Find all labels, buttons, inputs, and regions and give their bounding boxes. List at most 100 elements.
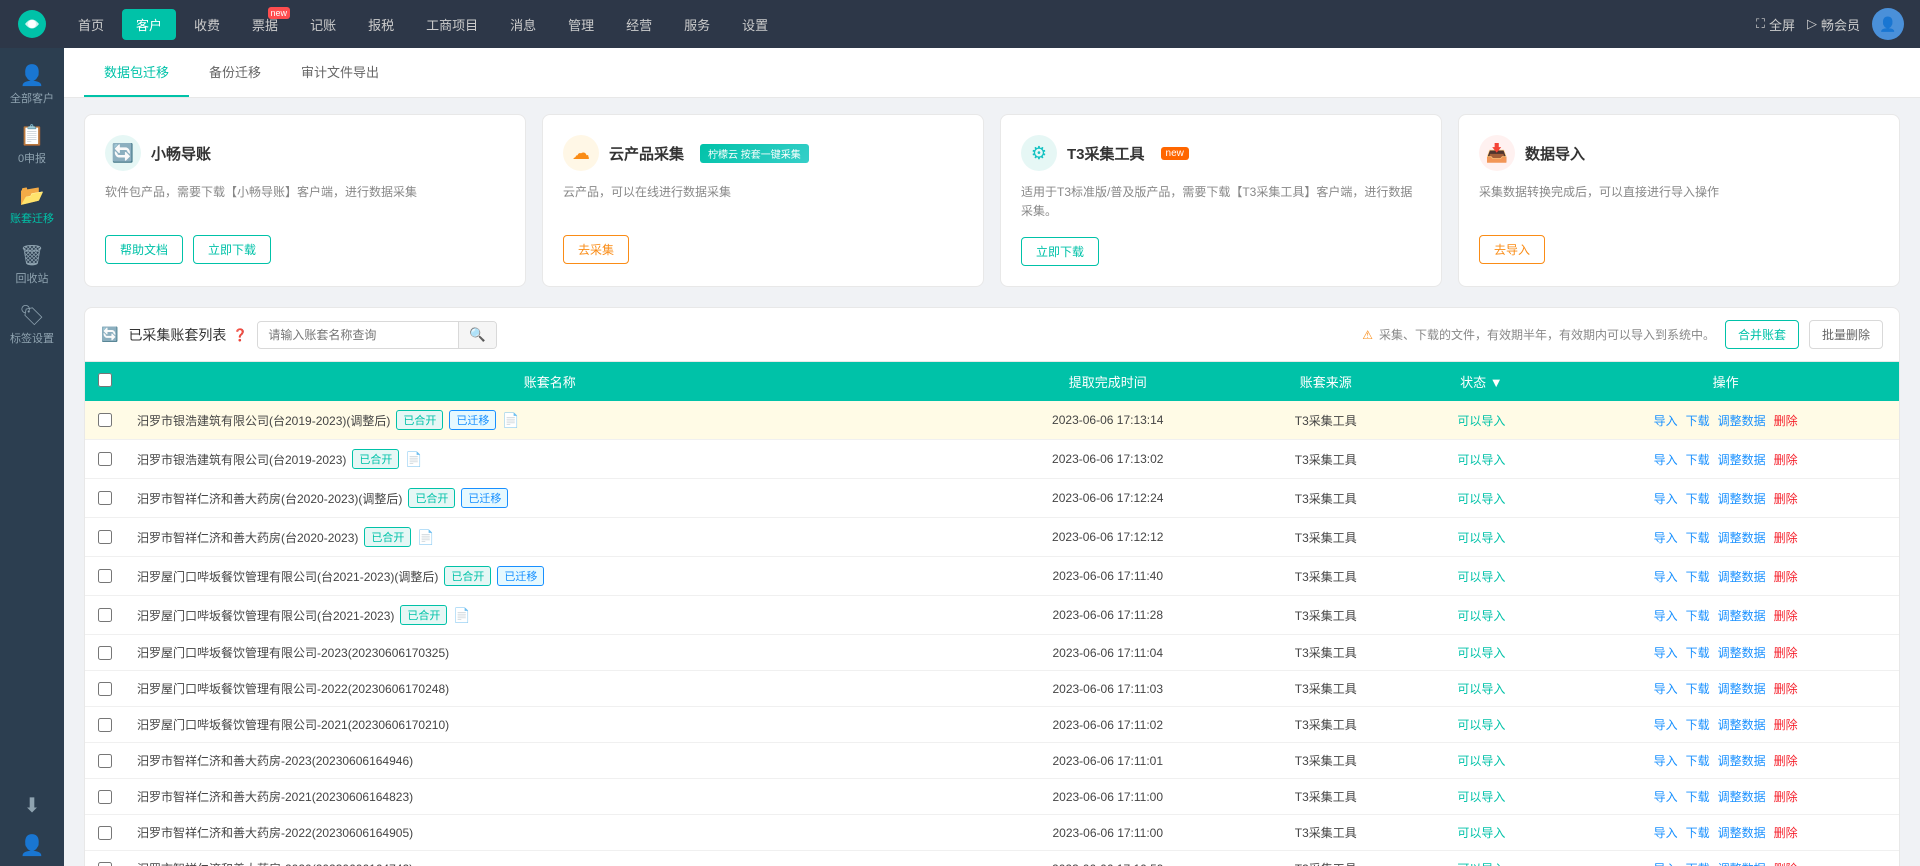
nav-manage[interactable]: 管理 (554, 9, 608, 40)
action-下载-link[interactable]: 下载 (1686, 718, 1710, 732)
action-删除-link[interactable]: 删除 (1774, 790, 1798, 804)
action-删除-link[interactable]: 删除 (1774, 531, 1798, 545)
row-checkbox[interactable] (98, 413, 112, 427)
action-删除-link[interactable]: 删除 (1774, 570, 1798, 584)
row-checkbox[interactable] (98, 718, 112, 732)
action-下载-link[interactable]: 下载 (1686, 790, 1710, 804)
action-下载-link[interactable]: 下载 (1686, 531, 1710, 545)
action-调整数据-link[interactable]: 调整数据 (1718, 790, 1766, 804)
xiaochang-help-button[interactable]: 帮助文档 (105, 235, 183, 264)
action-导入-link[interactable]: 导入 (1654, 609, 1678, 623)
action-调整数据-link[interactable]: 调整数据 (1718, 646, 1766, 660)
file-icon[interactable]: 📄 (453, 607, 470, 624)
sidebar-item-zero-declaration[interactable]: 📋 0申报 (0, 116, 64, 176)
action-下载-link[interactable]: 下载 (1686, 682, 1710, 696)
action-删除-link[interactable]: 删除 (1774, 682, 1798, 696)
t3tool-download-button[interactable]: 立即下载 (1021, 237, 1099, 266)
action-调整数据-link[interactable]: 调整数据 (1718, 682, 1766, 696)
action-导入-link[interactable]: 导入 (1654, 790, 1678, 804)
nav-service[interactable]: 服务 (670, 9, 724, 40)
nav-settings[interactable]: 设置 (728, 9, 782, 40)
action-删除-link[interactable]: 删除 (1774, 414, 1798, 428)
search-button[interactable]: 🔍 (458, 322, 496, 348)
search-input[interactable] (258, 323, 458, 347)
action-删除-link[interactable]: 删除 (1774, 826, 1798, 840)
tab-audit-export[interactable]: 审计文件导出 (281, 48, 399, 97)
list-refresh-icon[interactable]: 🔄 (101, 326, 118, 343)
file-icon[interactable]: 📄 (405, 451, 422, 468)
member-button[interactable]: ▷ 畅会员 (1807, 15, 1860, 34)
action-删除-link[interactable]: 删除 (1774, 646, 1798, 660)
row-checkbox[interactable] (98, 452, 112, 466)
action-调整数据-link[interactable]: 调整数据 (1718, 414, 1766, 428)
action-下载-link[interactable]: 下载 (1686, 570, 1710, 584)
action-导入-link[interactable]: 导入 (1654, 754, 1678, 768)
action-下载-link[interactable]: 下载 (1686, 646, 1710, 660)
sidebar-item-download[interactable]: ⬇ (16, 786, 49, 826)
nav-tax[interactable]: 报税 (354, 9, 408, 40)
row-checkbox[interactable] (98, 754, 112, 768)
import-go-button[interactable]: 去导入 (1479, 235, 1545, 264)
action-调整数据-link[interactable]: 调整数据 (1718, 718, 1766, 732)
nav-bookkeep[interactable]: 记账 (296, 9, 350, 40)
row-checkbox[interactable] (98, 790, 112, 804)
row-checkbox[interactable] (98, 826, 112, 840)
nav-msg[interactable]: 消息 (496, 9, 550, 40)
xiaochang-download-button[interactable]: 立即下载 (193, 235, 271, 264)
action-导入-link[interactable]: 导入 (1654, 862, 1678, 866)
row-checkbox[interactable] (98, 530, 112, 544)
action-下载-link[interactable]: 下载 (1686, 453, 1710, 467)
select-all-checkbox[interactable] (98, 373, 112, 387)
action-导入-link[interactable]: 导入 (1654, 682, 1678, 696)
row-checkbox[interactable] (98, 608, 112, 622)
nav-biz[interactable]: 工商项目 (412, 9, 492, 40)
action-删除-link[interactable]: 删除 (1774, 453, 1798, 467)
action-删除-link[interactable]: 删除 (1774, 718, 1798, 732)
sidebar-item-user[interactable]: 👤 (16, 826, 49, 866)
sidebar-item-account-migration[interactable]: 📂 账套迁移 (0, 176, 64, 236)
action-删除-link[interactable]: 删除 (1774, 754, 1798, 768)
action-下载-link[interactable]: 下载 (1686, 414, 1710, 428)
tab-data-migration[interactable]: 数据包迁移 (84, 48, 189, 97)
list-help-icon[interactable]: ❓ (232, 328, 247, 342)
action-导入-link[interactable]: 导入 (1654, 646, 1678, 660)
action-删除-link[interactable]: 删除 (1774, 862, 1798, 866)
action-导入-link[interactable]: 导入 (1654, 570, 1678, 584)
action-调整数据-link[interactable]: 调整数据 (1718, 826, 1766, 840)
action-下载-link[interactable]: 下载 (1686, 492, 1710, 506)
action-调整数据-link[interactable]: 调整数据 (1718, 492, 1766, 506)
action-下载-link[interactable]: 下载 (1686, 754, 1710, 768)
file-icon[interactable]: 📄 (417, 529, 434, 546)
action-导入-link[interactable]: 导入 (1654, 718, 1678, 732)
row-checkbox[interactable] (98, 491, 112, 505)
sidebar-item-recycle[interactable]: 🗑 回收站 (0, 236, 64, 296)
row-checkbox[interactable] (98, 646, 112, 660)
action-调整数据-link[interactable]: 调整数据 (1718, 531, 1766, 545)
file-icon[interactable]: 📄 (502, 412, 519, 429)
cloud-collect-button[interactable]: 去采集 (563, 235, 629, 264)
nav-ops[interactable]: 经营 (612, 9, 666, 40)
nav-home[interactable]: 首页 (64, 9, 118, 40)
action-下载-link[interactable]: 下载 (1686, 826, 1710, 840)
sidebar-item-all-customers[interactable]: 👤 全部客户 (0, 56, 64, 116)
row-checkbox[interactable] (98, 862, 112, 866)
tab-backup-migration[interactable]: 备份迁移 (189, 48, 281, 97)
action-下载-link[interactable]: 下载 (1686, 609, 1710, 623)
action-导入-link[interactable]: 导入 (1654, 492, 1678, 506)
merge-button[interactable]: 合并账套 (1725, 320, 1799, 349)
action-调整数据-link[interactable]: 调整数据 (1718, 609, 1766, 623)
row-checkbox[interactable] (98, 682, 112, 696)
action-删除-link[interactable]: 删除 (1774, 492, 1798, 506)
user-avatar[interactable]: 👤 (1872, 8, 1904, 40)
nav-fee[interactable]: 收费 (180, 9, 234, 40)
action-下载-link[interactable]: 下载 (1686, 862, 1710, 866)
batch-delete-button[interactable]: 批量删除 (1809, 320, 1883, 349)
fullscreen-button[interactable]: ⛶ 全屏 (1756, 15, 1795, 34)
action-调整数据-link[interactable]: 调整数据 (1718, 570, 1766, 584)
action-调整数据-link[interactable]: 调整数据 (1718, 754, 1766, 768)
action-导入-link[interactable]: 导入 (1654, 826, 1678, 840)
col-status[interactable]: 状态 ▼ (1410, 362, 1552, 401)
row-checkbox[interactable] (98, 569, 112, 583)
action-删除-link[interactable]: 删除 (1774, 609, 1798, 623)
action-导入-link[interactable]: 导入 (1654, 531, 1678, 545)
